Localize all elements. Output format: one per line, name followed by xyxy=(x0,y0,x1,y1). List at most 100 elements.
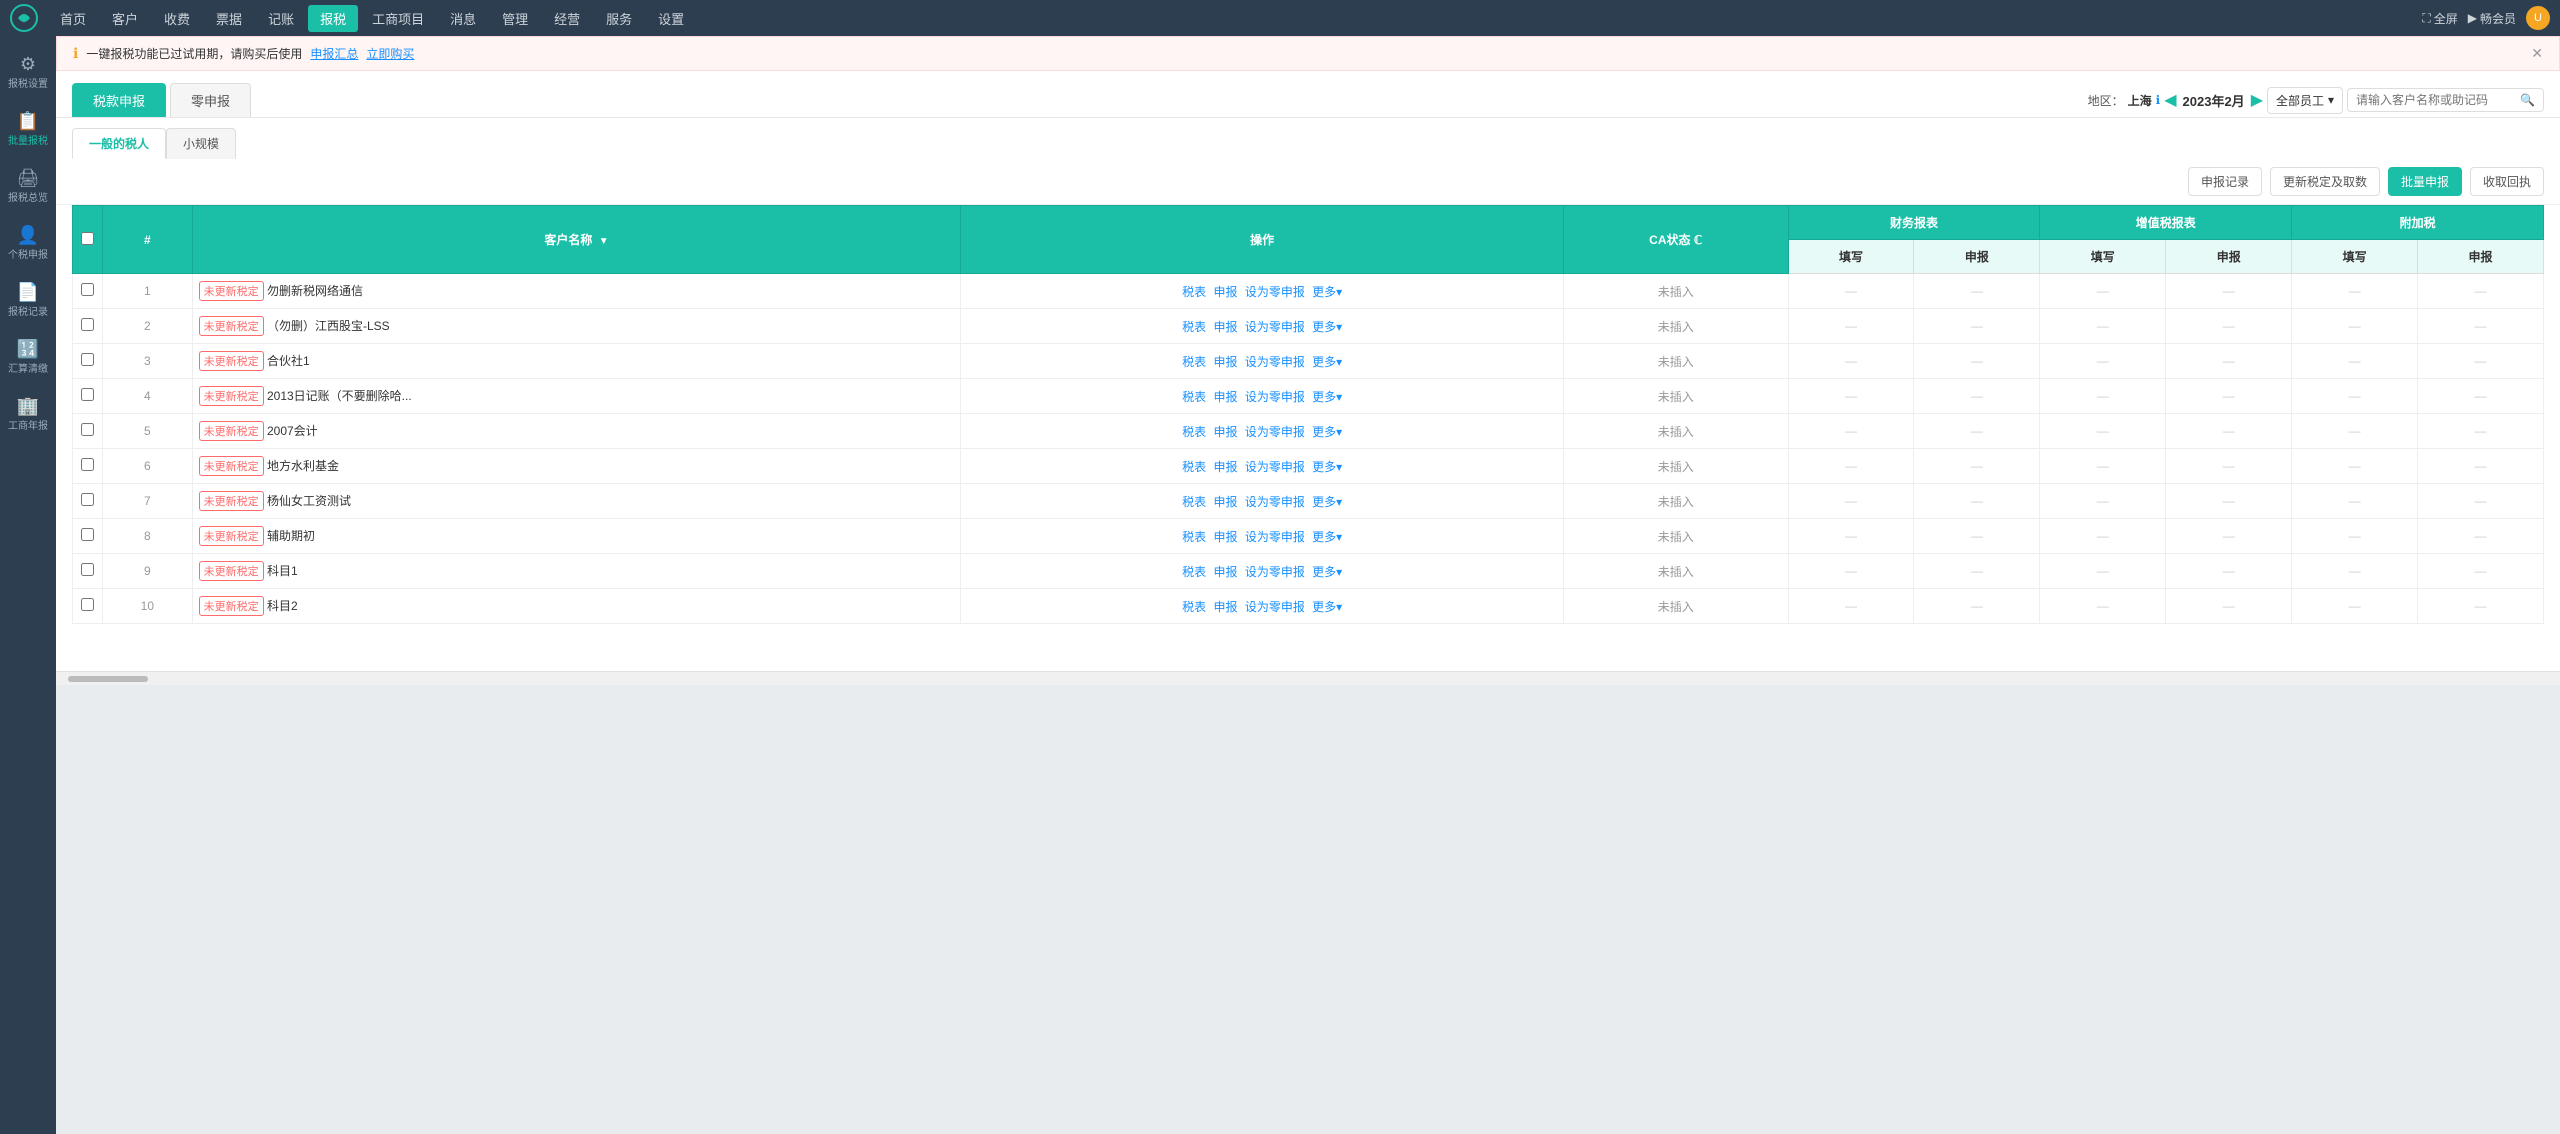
sidebar-item-personal-tax-label: 个税申报 xyxy=(8,250,48,262)
row-checkbox[interactable] xyxy=(81,563,94,576)
row-num: 5 xyxy=(103,414,193,449)
op-tax-table[interactable]: 税表 xyxy=(1182,530,1206,544)
nav-home[interactable]: 首页 xyxy=(48,5,98,32)
sidebar-item-personal-tax[interactable]: 👤 个税申报 xyxy=(0,215,56,272)
sort-icon[interactable]: ▼ xyxy=(599,236,609,247)
op-more[interactable]: 更多▾ xyxy=(1312,495,1342,509)
op-tax-table[interactable]: 税表 xyxy=(1182,355,1206,369)
op-declare[interactable]: 申报 xyxy=(1213,565,1237,579)
op-more[interactable]: 更多▾ xyxy=(1312,390,1342,404)
op-tax-table[interactable]: 税表 xyxy=(1182,565,1206,579)
op-more[interactable]: 更多▾ xyxy=(1312,285,1342,299)
sidebar-item-batch-tax[interactable]: 📋 批量报税 xyxy=(0,101,56,158)
op-declare[interactable]: 申报 xyxy=(1213,425,1237,439)
op-tax-table[interactable]: 税表 xyxy=(1182,425,1206,439)
op-zero-declare[interactable]: 设为零申报 xyxy=(1245,425,1305,439)
avatar[interactable]: U xyxy=(2526,6,2550,30)
update-button[interactable]: 更新税定及取数 xyxy=(2270,167,2380,196)
op-tax-table[interactable]: 税表 xyxy=(1182,390,1206,404)
search-icon[interactable]: 🔍 xyxy=(2520,93,2535,107)
op-more[interactable]: 更多▾ xyxy=(1312,425,1342,439)
next-month-button[interactable]: ▶ xyxy=(2251,90,2263,110)
region-info-icon[interactable]: ℹ xyxy=(2156,93,2161,107)
type-tab-general[interactable]: 一般的税人 xyxy=(72,128,166,159)
nav-client[interactable]: 客户 xyxy=(100,5,150,32)
row-checkbox[interactable] xyxy=(81,353,94,366)
nav-fee[interactable]: 收费 xyxy=(152,5,202,32)
ca-info-icon[interactable]: ℂ xyxy=(1694,233,1702,247)
op-zero-declare[interactable]: 设为零申报 xyxy=(1245,530,1305,544)
banner-link-summary[interactable]: 申报汇总 xyxy=(310,45,358,62)
nav-message[interactable]: 消息 xyxy=(438,5,488,32)
op-declare[interactable]: 申报 xyxy=(1213,460,1237,474)
row-checkbox[interactable] xyxy=(81,458,94,471)
op-declare[interactable]: 申报 xyxy=(1213,530,1237,544)
op-declare[interactable]: 申报 xyxy=(1213,600,1237,614)
tab-tax-declaration[interactable]: 税款申报 xyxy=(72,83,166,117)
sidebar-item-tax-records[interactable]: 📄 报税记录 xyxy=(0,272,56,329)
op-zero-declare[interactable]: 设为零申报 xyxy=(1245,390,1305,404)
op-declare[interactable]: 申报 xyxy=(1213,390,1237,404)
row-add-rep: — xyxy=(2418,519,2544,554)
sidebar-item-biz-report[interactable]: 🏢 工商年报 xyxy=(0,386,56,443)
row-num: 10 xyxy=(103,589,193,624)
record-button[interactable]: 申报记录 xyxy=(2188,167,2262,196)
nav-admin[interactable]: 管理 xyxy=(490,5,540,32)
sidebar-item-tax-overview[interactable]: 🖨 报税总览 xyxy=(0,158,56,215)
batch-declare-button[interactable]: 批量申报 xyxy=(2388,167,2462,196)
op-zero-declare[interactable]: 设为零申报 xyxy=(1245,355,1305,369)
op-declare[interactable]: 申报 xyxy=(1213,495,1237,509)
banner-close-icon[interactable]: ✕ xyxy=(2531,45,2543,62)
row-checkbox[interactable] xyxy=(81,318,94,331)
staff-select[interactable]: 全部员工 ▾ xyxy=(2267,87,2343,114)
row-client-name: 未更新税定 合伙社1 xyxy=(192,344,961,379)
select-all-checkbox[interactable] xyxy=(81,232,94,245)
op-zero-declare[interactable]: 设为零申报 xyxy=(1245,460,1305,474)
nav-bookkeeping[interactable]: 记账 xyxy=(256,5,306,32)
banner-link-buy[interactable]: 立即购买 xyxy=(366,45,414,62)
op-more[interactable]: 更多▾ xyxy=(1312,355,1342,369)
tab-zero-declaration[interactable]: 零申报 xyxy=(170,83,251,117)
row-client-name: 未更新税定 科目2 xyxy=(192,589,961,624)
op-tax-table[interactable]: 税表 xyxy=(1182,600,1206,614)
op-tax-table[interactable]: 税表 xyxy=(1182,460,1206,474)
op-more[interactable]: 更多▾ xyxy=(1312,565,1342,579)
op-zero-declare[interactable]: 设为零申报 xyxy=(1245,495,1305,509)
nav-service[interactable]: 服务 xyxy=(594,5,644,32)
type-tab-small[interactable]: 小规模 xyxy=(166,128,236,159)
row-checkbox[interactable] xyxy=(81,528,94,541)
nav-biz[interactable]: 工商项目 xyxy=(360,5,436,32)
row-checkbox[interactable] xyxy=(81,388,94,401)
op-zero-declare[interactable]: 设为零申报 xyxy=(1245,565,1305,579)
prev-month-button[interactable]: ◀ xyxy=(2164,90,2176,110)
op-zero-declare[interactable]: 设为零申报 xyxy=(1245,320,1305,334)
nav-settings[interactable]: 设置 xyxy=(646,5,696,32)
row-checkbox[interactable] xyxy=(81,493,94,506)
op-more[interactable]: 更多▾ xyxy=(1312,600,1342,614)
op-declare[interactable]: 申报 xyxy=(1213,320,1237,334)
sidebar-item-calc-clear[interactable]: 🔢 汇算清缴 xyxy=(0,329,56,386)
op-zero-declare[interactable]: 设为零申报 xyxy=(1245,285,1305,299)
horizontal-scrollbar[interactable] xyxy=(56,671,2560,685)
row-checkbox-cell xyxy=(73,274,103,309)
row-checkbox[interactable] xyxy=(81,598,94,611)
op-more[interactable]: 更多▾ xyxy=(1312,460,1342,474)
search-input[interactable] xyxy=(2356,93,2516,107)
op-tax-table[interactable]: 税表 xyxy=(1182,495,1206,509)
row-checkbox[interactable] xyxy=(81,423,94,436)
op-tax-table[interactable]: 税表 xyxy=(1182,285,1206,299)
op-declare[interactable]: 申报 xyxy=(1213,285,1237,299)
nav-tax[interactable]: 报税 xyxy=(308,5,358,32)
fullscreen-button[interactable]: ⛶ 全屏 xyxy=(2422,10,2457,27)
op-more[interactable]: 更多▾ xyxy=(1312,320,1342,334)
nav-operation[interactable]: 经营 xyxy=(542,5,592,32)
op-zero-declare[interactable]: 设为零申报 xyxy=(1245,600,1305,614)
op-declare[interactable]: 申报 xyxy=(1213,355,1237,369)
nav-invoice[interactable]: 票据 xyxy=(204,5,254,32)
retrieve-button[interactable]: 收取回执 xyxy=(2470,167,2544,196)
vip-button[interactable]: ▶ 畅会员 xyxy=(2468,10,2516,27)
row-checkbox[interactable] xyxy=(81,283,94,296)
op-more[interactable]: 更多▾ xyxy=(1312,530,1342,544)
op-tax-table[interactable]: 税表 xyxy=(1182,320,1206,334)
sidebar-item-tax-settings[interactable]: ⚙ 报税设置 xyxy=(0,44,56,101)
